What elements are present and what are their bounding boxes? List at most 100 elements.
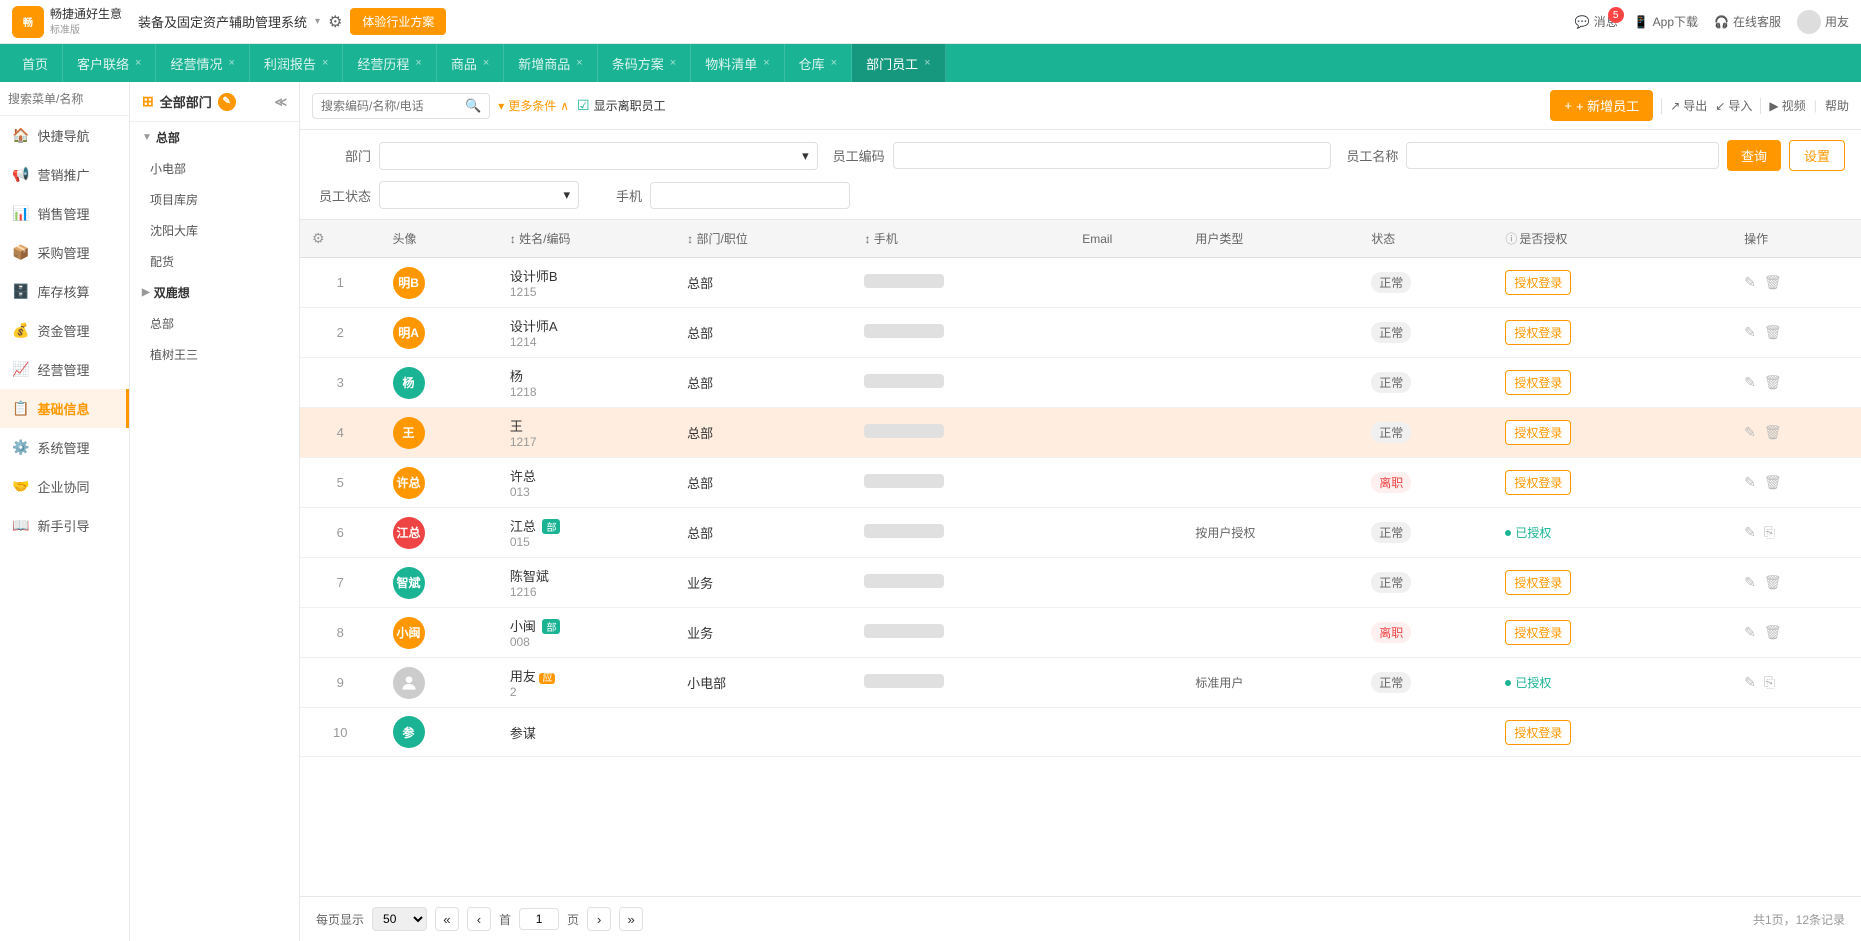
close-icon[interactable]: × [670, 57, 676, 69]
emp-status-select[interactable]: ▾ [379, 181, 579, 209]
copy-icon[interactable]: ⎘ [1764, 524, 1775, 541]
auth-button[interactable]: 授权登录 [1505, 370, 1571, 395]
edit-icon[interactable]: ✎ [1744, 574, 1756, 591]
help-button[interactable]: 帮助 [1825, 97, 1849, 114]
delete-icon[interactable]: 🗑 [1764, 274, 1782, 291]
sidebar-item-marketing[interactable]: 📢 营销推广 [0, 155, 129, 194]
sidebar-item-basic[interactable]: 📋 基础信息 [0, 389, 129, 428]
prev-page-button[interactable]: ‹ [467, 907, 491, 931]
close-icon[interactable]: × [135, 57, 141, 69]
col-dept[interactable]: ↕ 部门/职位 [675, 220, 852, 258]
delete-icon[interactable]: 🗑 [1764, 574, 1782, 591]
tab-history[interactable]: 经营历程 × [343, 44, 436, 82]
tab-warehouse[interactable]: 仓库 × [785, 44, 852, 82]
close-icon[interactable]: × [415, 57, 421, 69]
dept-tree-item-zhishu[interactable]: 植树王三 [130, 339, 299, 370]
emp-code-input[interactable] [893, 142, 1332, 169]
delete-icon[interactable]: 🗑 [1764, 424, 1782, 441]
tab-add-goods[interactable]: 新增商品 × [504, 44, 597, 82]
edit-icon[interactable]: ✎ [1744, 374, 1756, 391]
auth-button[interactable]: 授权登录 [1505, 270, 1571, 295]
delete-icon[interactable]: 🗑 [1764, 624, 1782, 641]
sidebar-item-enterprise[interactable]: 🤝 企业协同 [0, 467, 129, 506]
sidebar-item-purchase[interactable]: 📦 采购管理 [0, 233, 129, 272]
close-icon[interactable]: × [576, 57, 582, 69]
dept-tree-item-shuanglu[interactable]: ▶ 双鹿想 [130, 277, 299, 308]
sidebar-item-operation[interactable]: 📈 经营管理 [0, 350, 129, 389]
sidebar-search-input[interactable] [8, 92, 130, 106]
close-icon[interactable]: × [831, 57, 837, 69]
tab-home[interactable]: 首页 [8, 44, 63, 82]
auth-button[interactable]: 授权登录 [1505, 620, 1571, 645]
system-dropdown-arrow[interactable]: ▾ [315, 16, 320, 27]
close-icon[interactable]: × [483, 57, 489, 69]
tab-goods[interactable]: 商品 × [437, 44, 504, 82]
trial-button[interactable]: 体验行业方案 [350, 8, 446, 35]
setup-button[interactable]: 设置 [1789, 140, 1845, 171]
col-name[interactable]: ↕ 姓名/编码 [498, 220, 675, 258]
edit-icon[interactable]: ✎ [1744, 274, 1756, 291]
view-button[interactable]: ▶ 视频 [1769, 97, 1805, 114]
col-settings[interactable]: ⚙ [300, 220, 381, 258]
delete-icon[interactable]: 🗑 [1764, 474, 1782, 491]
edit-icon[interactable]: ✎ [1744, 624, 1756, 641]
dept-tree-item-project[interactable]: 项目库房 [130, 184, 299, 215]
sidebar-item-sales[interactable]: 📊 销售管理 [0, 194, 129, 233]
last-page-button[interactable]: » [619, 907, 643, 931]
export-button[interactable]: ↗ 导出 [1670, 97, 1707, 114]
edit-icon[interactable]: ✎ [1744, 324, 1756, 341]
dept-tree-item-xiaodian[interactable]: 小电部 [130, 153, 299, 184]
sidebar-item-guide[interactable]: 📖 新手引导 [0, 506, 129, 545]
more-filter-button[interactable]: ▾ 更多条件 ∧ [498, 97, 569, 114]
dept-filter-select[interactable]: ▾ [379, 142, 818, 170]
emp-name-input[interactable] [1406, 142, 1719, 169]
close-icon[interactable]: × [228, 57, 234, 69]
dept-edit-button[interactable]: ✎ [218, 93, 236, 111]
delete-icon[interactable]: 🗑 [1764, 324, 1782, 341]
message-button[interactable]: 💬 消息 5 [1575, 13, 1618, 30]
app-download-btn[interactable]: 📱 App下载 [1634, 13, 1698, 30]
col-phone[interactable]: ↕ 手机 [852, 220, 1070, 258]
show-resigned-checkbox[interactable]: ☑ 显示离职员工 [577, 97, 666, 114]
tab-bom[interactable]: 物料清单 × [691, 44, 784, 82]
auth-button[interactable]: 授权登录 [1505, 720, 1571, 745]
auth-button[interactable]: 授权登录 [1505, 420, 1571, 445]
tab-operation[interactable]: 经营情况 × [156, 44, 249, 82]
sidebar-item-system[interactable]: ⚙️ 系统管理 [0, 428, 129, 467]
online-support-btn[interactable]: 🎧 在线客服 [1714, 13, 1781, 30]
delete-icon[interactable]: 🗑 [1764, 374, 1782, 391]
page-input[interactable] [519, 908, 559, 930]
dept-collapse-button[interactable]: ≪ [274, 95, 287, 109]
query-button[interactable]: 查询 [1727, 140, 1781, 171]
tab-dept-employee[interactable]: 部门员工 × [852, 44, 945, 82]
dept-tree-parent-head[interactable]: ▼ 总部 [130, 122, 299, 153]
first-page-button[interactable]: « [435, 907, 459, 931]
search-input[interactable] [321, 99, 461, 113]
auth-button[interactable]: 授权登录 [1505, 570, 1571, 595]
dept-tree-item-peihuo[interactable]: 配货 [130, 246, 299, 277]
close-icon[interactable]: × [322, 57, 328, 69]
dept-tree-item-shenyang[interactable]: 沈阳大库 [130, 215, 299, 246]
sidebar-item-inventory[interactable]: 🗄️ 库存核算 [0, 272, 129, 311]
close-icon[interactable]: × [924, 57, 930, 69]
auth-button[interactable]: 授权登录 [1505, 320, 1571, 345]
auth-button[interactable]: 授权登录 [1505, 470, 1571, 495]
next-page-button[interactable]: › [587, 907, 611, 931]
sidebar-item-quick-nav[interactable]: 🏠 快捷导航 [0, 116, 129, 155]
phone-input[interactable] [650, 182, 850, 209]
import-button[interactable]: ↙ 导入 [1715, 97, 1752, 114]
page-size-select[interactable]: 50 100 200 [372, 907, 427, 931]
edit-icon[interactable]: ✎ [1744, 424, 1756, 441]
tab-profit[interactable]: 利润报告 × [250, 44, 343, 82]
copy-icon[interactable]: ⎘ [1764, 674, 1775, 691]
sidebar-item-finance[interactable]: 💰 资金管理 [0, 311, 129, 350]
add-employee-button[interactable]: + + 新增员工 [1550, 90, 1653, 121]
close-icon[interactable]: × [763, 57, 769, 69]
settings-button[interactable]: ⚙ [328, 12, 342, 32]
edit-icon[interactable]: ✎ [1744, 674, 1756, 691]
user-menu[interactable]: 用友 [1797, 10, 1849, 34]
dept-tree-item-zongbu[interactable]: 总部 [130, 308, 299, 339]
edit-icon[interactable]: ✎ [1744, 474, 1756, 491]
tab-barcode[interactable]: 条码方案 × [598, 44, 691, 82]
tab-customer[interactable]: 客户联络 × [63, 44, 156, 82]
